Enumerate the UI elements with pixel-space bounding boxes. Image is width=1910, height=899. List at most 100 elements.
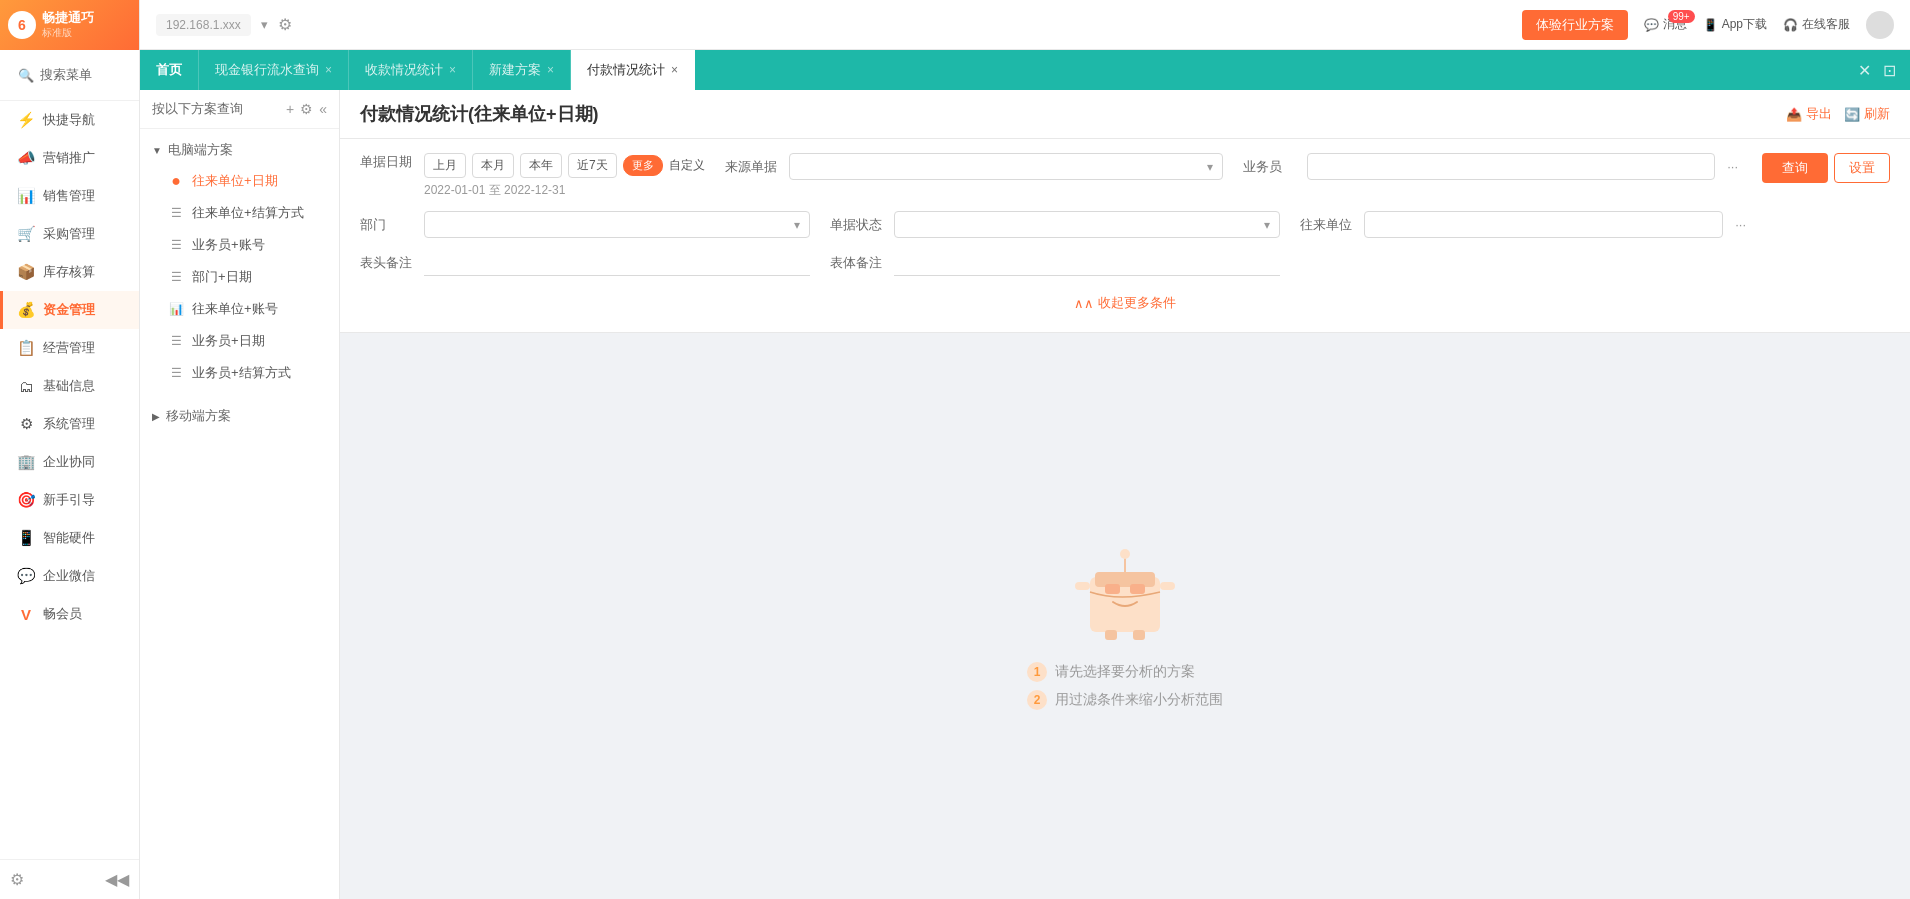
topbar-dropdown-icon[interactable]: ▾	[261, 17, 268, 32]
date-btn-last-7days[interactable]: 近7天	[568, 153, 617, 178]
dept-select[interactable]	[424, 211, 810, 238]
topbar: 192.168.1.xxx ▾ ⚙ 体验行业方案 💬 消息 99+ 📱 App下…	[140, 0, 1910, 50]
tab-cash-bank[interactable]: 现金银行流水查询 ×	[199, 50, 349, 90]
sales-icon: 📊	[17, 187, 35, 205]
svg-rect-2	[1105, 584, 1120, 594]
refresh-label: 刷新	[1864, 105, 1890, 123]
tab-new-plan[interactable]: 新建方案 ×	[473, 50, 571, 90]
tab-payment-stats-close[interactable]: ×	[671, 63, 678, 77]
tab-receipt-stats-label: 收款情况统计	[365, 61, 443, 79]
scheme-icon-3: ☰	[168, 269, 184, 285]
mobile-scheme-group-header[interactable]: ▶ 移动端方案	[140, 401, 339, 431]
tab-new-plan-close[interactable]: ×	[547, 63, 554, 77]
export-label: 导出	[1806, 105, 1832, 123]
scheme-item-unit-account[interactable]: 📊 往来单位+账号	[140, 293, 339, 325]
scheme-icon-6: ☰	[168, 365, 184, 381]
app-download-button[interactable]: 📱 App下载	[1703, 16, 1767, 33]
finance-icon: 💰	[17, 301, 35, 319]
sidebar-item-purchase[interactable]: 🛒 采购管理	[0, 215, 139, 253]
collapse-sidebar-icon[interactable]: ◀◀	[105, 870, 129, 889]
scheme-item-unit-date[interactable]: ● 往来单位+日期	[140, 165, 339, 197]
tab-new-plan-label: 新建方案	[489, 61, 541, 79]
sidebar-item-guide[interactable]: 🎯 新手引导	[0, 481, 139, 519]
sidebar-item-basic[interactable]: 🗂 基础信息	[0, 367, 139, 405]
scheme-item-salesperson-date[interactable]: ☰ 业务员+日期	[140, 325, 339, 357]
dept-label: 部门	[360, 216, 416, 234]
tab-payment-stats[interactable]: 付款情况统计 ×	[571, 50, 695, 90]
sidebar-item-hardware[interactable]: 📱 智能硬件	[0, 519, 139, 557]
scheme-item-label-salesperson-account: 业务员+账号	[192, 236, 265, 254]
export-button[interactable]: 📤 导出	[1786, 105, 1832, 123]
sidebar-item-system[interactable]: ⚙ 系统管理	[0, 405, 139, 443]
collapse-more-button[interactable]: ∧∧ 收起更多条件	[360, 288, 1890, 318]
salesperson-label: 业务员	[1243, 158, 1299, 176]
maximize-tab-icon[interactable]: ⊡	[1879, 61, 1900, 80]
partner-input[interactable]	[1364, 211, 1723, 238]
tab-receipt-stats-close[interactable]: ×	[449, 63, 456, 77]
search-menu-item[interactable]: 🔍 搜索菜单	[8, 58, 131, 92]
sidebar-label-vip: 畅会员	[43, 605, 82, 623]
empty-tip-1: 1 请先选择要分析的方案	[1027, 662, 1223, 682]
data-area: 1 请先选择要分析的方案 2 用过滤条件来缩小分析范围	[340, 333, 1910, 899]
doc-status-select[interactable]	[894, 211, 1280, 238]
sidebar-item-sales[interactable]: 📊 销售管理	[0, 177, 139, 215]
tip-num-1: 1	[1027, 662, 1047, 682]
sidebar-label-guide: 新手引导	[43, 491, 95, 509]
system-icon: ⚙	[17, 415, 35, 433]
desktop-scheme-group-header[interactable]: ▼ 电脑端方案	[140, 135, 339, 165]
filter-actions: 查询 设置	[1762, 153, 1890, 183]
sidebar-nav: ⚡ 快捷导航 📣 营销推广 📊 销售管理 🛒 采购管理 📦 库存核算 💰 资金管…	[0, 101, 139, 859]
left-panel-header: 按以下方案查询 + ⚙ «	[140, 90, 339, 129]
page-header-actions: 📤 导出 🔄 刷新	[1786, 105, 1890, 123]
scheme-item-salesperson-payment[interactable]: ☰ 业务员+结算方式	[140, 357, 339, 389]
sidebar-item-operation[interactable]: 📋 经营管理	[0, 329, 139, 367]
date-btn-this-year[interactable]: 本年	[520, 153, 562, 178]
source-select[interactable]	[789, 153, 1224, 180]
partner-dots[interactable]: ···	[1731, 217, 1750, 232]
sidebar-item-wechat[interactable]: 💬 企业微信	[0, 557, 139, 595]
body-note-input[interactable]	[894, 250, 1280, 276]
scheme-item-unit-payment[interactable]: ☰ 往来单位+结算方式	[140, 197, 339, 229]
service-icon: 🎧	[1783, 18, 1798, 32]
sidebar-item-inventory[interactable]: 📦 库存核算	[0, 253, 139, 291]
sidebar-label-hardware: 智能硬件	[43, 529, 95, 547]
industry-plan-button[interactable]: 体验行业方案	[1522, 10, 1628, 40]
salesperson-dots[interactable]: ···	[1723, 159, 1742, 174]
date-btn-more[interactable]: 更多	[623, 155, 663, 176]
sidebar-item-quick-nav[interactable]: ⚡ 快捷导航	[0, 101, 139, 139]
salesperson-input[interactable]	[1307, 153, 1715, 180]
topbar-settings-icon[interactable]: ⚙	[278, 15, 292, 34]
column-settings-button[interactable]: 设置	[1834, 153, 1890, 183]
doc-status-label: 单据状态	[830, 216, 886, 234]
header-note-input[interactable]	[424, 250, 810, 276]
sidebar-item-marketing[interactable]: 📣 营销推广	[0, 139, 139, 177]
date-btn-this-month[interactable]: 本月	[472, 153, 514, 178]
date-btn-last-month[interactable]: 上月	[424, 153, 466, 178]
collapse-left-panel-button[interactable]: «	[319, 101, 327, 117]
user-avatar[interactable]	[1866, 11, 1894, 39]
messages-button[interactable]: 💬 消息 99+	[1644, 16, 1687, 33]
refresh-button[interactable]: 🔄 刷新	[1844, 105, 1890, 123]
add-scheme-button[interactable]: +	[286, 101, 294, 117]
scheme-item-dept-date[interactable]: ☰ 部门+日期	[140, 261, 339, 293]
query-button[interactable]: 查询	[1762, 153, 1828, 183]
enterprise-icon: 🏢	[17, 453, 35, 471]
scheme-item-salesperson-account[interactable]: ☰ 业务员+账号	[140, 229, 339, 261]
sidebar-item-finance[interactable]: 💰 资金管理	[0, 291, 139, 329]
sidebar-label-wechat: 企业微信	[43, 567, 95, 585]
scheme-settings-button[interactable]: ⚙	[300, 101, 313, 117]
sidebar-label-quick-nav: 快捷导航	[43, 111, 95, 129]
empty-tip-2: 2 用过滤条件来缩小分析范围	[1027, 690, 1223, 710]
settings-icon[interactable]: ⚙	[10, 870, 24, 889]
sidebar-item-vip[interactable]: V 畅会员	[0, 595, 139, 633]
scheme-icon-2: ☰	[168, 237, 184, 253]
sidebar-item-enterprise[interactable]: 🏢 企业协同	[0, 443, 139, 481]
tab-receipt-stats[interactable]: 收款情况统计 ×	[349, 50, 473, 90]
sidebar-label-system: 系统管理	[43, 415, 95, 433]
tab-cash-bank-close[interactable]: ×	[325, 63, 332, 77]
tab-home[interactable]: 首页	[140, 50, 199, 90]
date-range-display: 2022-01-01 至 2022-12-31	[424, 182, 705, 199]
online-service-button[interactable]: 🎧 在线客服	[1783, 16, 1850, 33]
page-title: 付款情况统计(往来单位+日期)	[360, 102, 599, 126]
close-tab-icon[interactable]: ✕	[1854, 61, 1875, 80]
